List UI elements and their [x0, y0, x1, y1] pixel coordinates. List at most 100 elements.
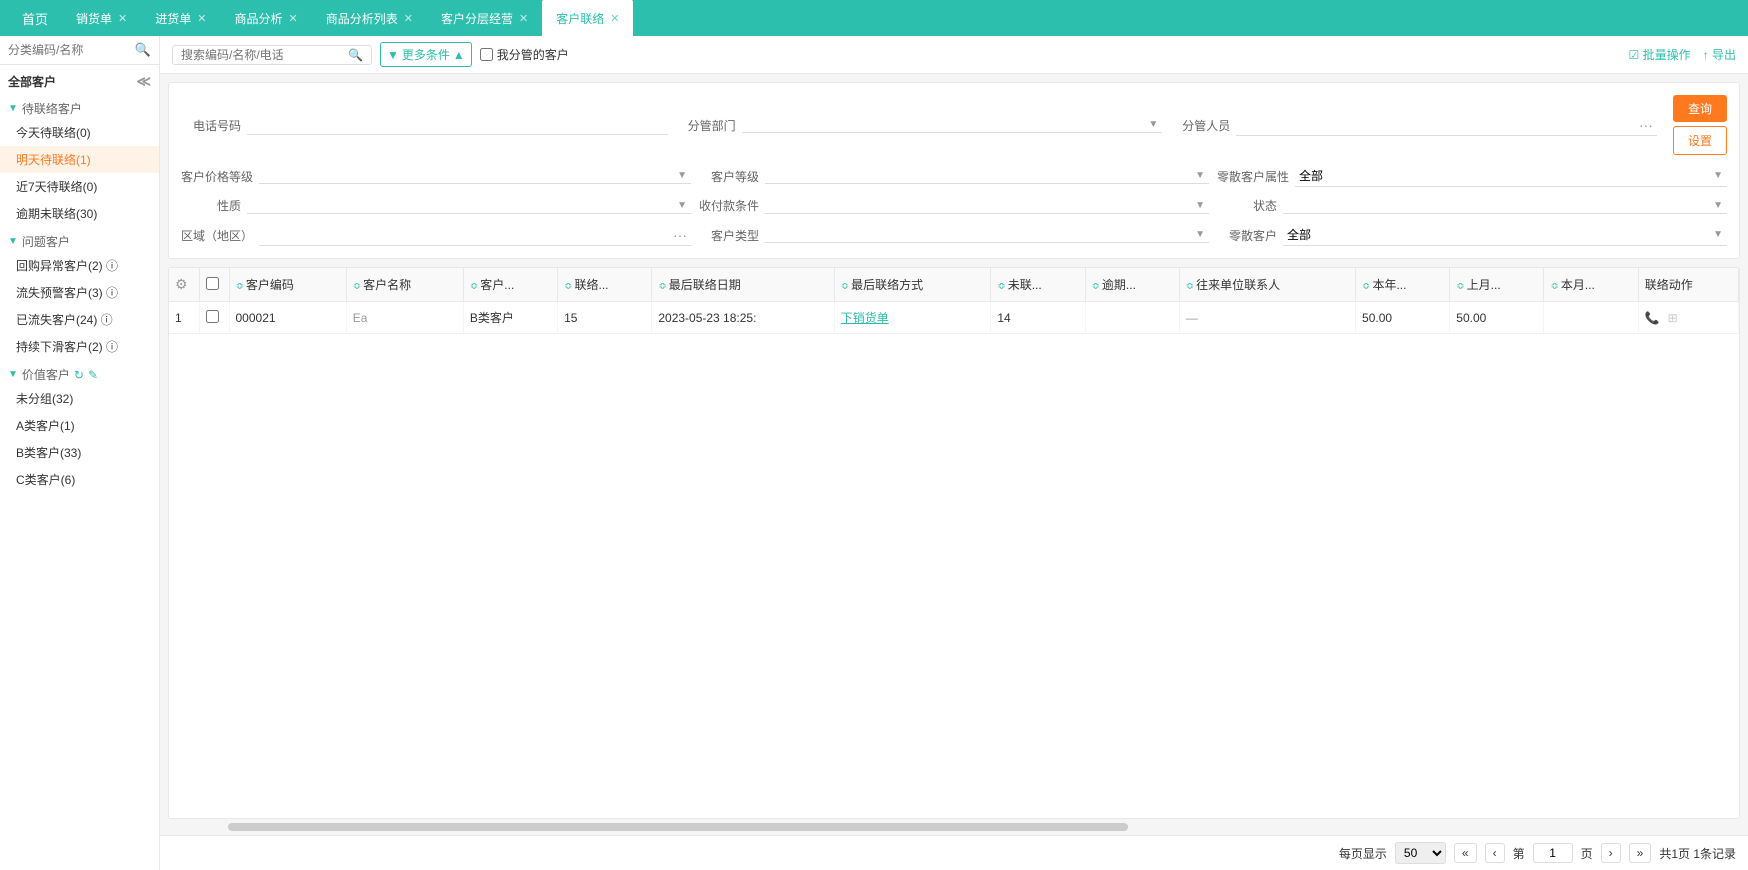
nav-product-analysis[interactable]: 商品分析 ✕: [220, 0, 311, 36]
grid-action-icon[interactable]: ⊞: [1668, 311, 1678, 325]
nav-product-analysis-close[interactable]: ✕: [289, 12, 298, 25]
filter-scatter-customer-select[interactable]: 全部 ▼: [1283, 224, 1727, 246]
sidebar-search-input[interactable]: [8, 43, 131, 57]
table-area: ⚙ ≎客户编码 ≎客户名称 ≎客户... ≎联络... ≎最后联络日期 ≎最后联…: [168, 267, 1740, 819]
col-type: ≎客户...: [463, 268, 557, 302]
filter-nature-select[interactable]: ▼: [247, 198, 691, 214]
filter-dept-label: 分管部门: [676, 117, 736, 134]
sort-last-month-icon[interactable]: ≎: [1456, 281, 1464, 292]
page-input[interactable]: [1533, 843, 1573, 863]
advanced-filter-panel: 电话号码 分管部门 ▼ 分管人员 ··· 查询: [168, 82, 1740, 259]
filter-payment-select[interactable]: ▼: [765, 198, 1209, 214]
nav-purchase[interactable]: 进货单 ✕: [141, 0, 220, 36]
my-customers-checkbox-label[interactable]: 我分管的客户: [480, 46, 569, 63]
filter-toolbar: 🔍 ▼ 更多条件 ▲ 我分管的客户 ☑ 批量操作 ↑ 导出: [160, 36, 1748, 74]
sort-code-icon[interactable]: ≎: [236, 281, 244, 292]
nav-customer-tier-close[interactable]: ✕: [519, 12, 528, 25]
sidebar-section-pending: ▼ 待联络客户: [0, 94, 159, 119]
sidebar-item-churn-warning[interactable]: 流失预警客户(3) ⓘ: [0, 279, 159, 306]
cell-last-date: 2023-05-23 18:25:: [652, 302, 834, 334]
sidebar-item-b-class[interactable]: B类客户(33): [0, 439, 159, 466]
phone-action-icon[interactable]: 📞: [1645, 311, 1660, 325]
search-icon[interactable]: 🔍: [348, 48, 363, 62]
sidebar-item-churned[interactable]: 已流失客户(24) ⓘ: [0, 306, 159, 333]
nav-customer-tier[interactable]: 客户分层经营 ✕: [427, 0, 542, 36]
filter-scatter-customer: 零散客户 全部 ▼: [1217, 224, 1727, 246]
sidebar-item-declining[interactable]: 持续下滑客户(2) ⓘ: [0, 333, 159, 360]
sort-this-month-icon[interactable]: ≎: [1550, 281, 1558, 292]
nav-sales[interactable]: 销货单 ✕: [62, 0, 141, 36]
sort-contact-count-icon[interactable]: ≎: [564, 281, 572, 292]
nav-product-analysis-list-close[interactable]: ✕: [404, 12, 413, 25]
sidebar-item-ungrouped[interactable]: 未分组(32): [0, 385, 159, 412]
filter-price-level-select[interactable]: ▼: [259, 168, 691, 184]
value-edit-icon[interactable]: ✎: [88, 368, 98, 382]
my-customers-checkbox[interactable]: [480, 48, 493, 61]
search-input[interactable]: [181, 48, 344, 62]
sort-overdue-icon[interactable]: ≎: [1092, 281, 1100, 292]
section-arrow-pending: ▼: [8, 103, 18, 114]
cell-last-type[interactable]: 下销货单: [834, 302, 991, 334]
sidebar-item-today-contact[interactable]: 今天待联络(0): [0, 119, 159, 146]
per-page-select[interactable]: 50 100 200: [1395, 842, 1446, 864]
nav-product-analysis-list[interactable]: 商品分析列表 ✕: [312, 0, 427, 36]
filter-customer-type-select[interactable]: ▼: [765, 227, 1209, 243]
sort-this-year-icon[interactable]: ≎: [1362, 281, 1370, 292]
customer-level-chevron-icon: ▼: [1195, 170, 1205, 181]
bulk-action-btn[interactable]: ☑ 批量操作: [1629, 46, 1691, 63]
sort-name-icon[interactable]: ≎: [353, 281, 361, 292]
row-checkbox[interactable]: [206, 310, 219, 323]
query-button[interactable]: 查询: [1673, 95, 1727, 122]
next-page-btn[interactable]: ›: [1601, 843, 1621, 863]
sort-contact-person-icon[interactable]: ≎: [1186, 281, 1194, 292]
nav-customer-contact-close[interactable]: ✕: [610, 12, 619, 25]
setting-button[interactable]: 设置: [1673, 126, 1727, 155]
sidebar-item-a-class[interactable]: A类客户(1): [0, 412, 159, 439]
filter-scatter-attr-select[interactable]: 全部 ▼: [1295, 165, 1727, 187]
customer-table: ⚙ ≎客户编码 ≎客户名称 ≎客户... ≎联络... ≎最后联络日期 ≎最后联…: [169, 268, 1739, 334]
cell-index: 1: [169, 302, 199, 334]
horizontal-scrollbar[interactable]: [168, 823, 1740, 831]
nav-sales-close[interactable]: ✕: [118, 12, 127, 25]
top-nav: 首页 销货单 ✕ 进货单 ✕ 商品分析 ✕ 商品分析列表 ✕ 客户分层经营 ✕ …: [0, 0, 1748, 36]
value-refresh-icon[interactable]: ↻: [74, 368, 84, 382]
filter-scatter-customer-label: 零散客户: [1217, 227, 1277, 244]
sidebar-item-overdue-contact[interactable]: 逾期未联络(30): [0, 200, 159, 227]
filter-manager-dots[interactable]: ···: [1639, 117, 1653, 133]
cell-contact-count: 15: [558, 302, 652, 334]
first-page-btn[interactable]: «: [1454, 843, 1477, 863]
sidebar-item-7day-contact[interactable]: 近7天待联络(0): [0, 173, 159, 200]
filter-status: 状态 ▼: [1217, 197, 1727, 214]
sort-type-icon[interactable]: ≎: [470, 281, 478, 292]
gear-icon[interactable]: ⚙: [175, 276, 188, 292]
sidebar-item-tomorrow-contact[interactable]: 明天待联络(1): [0, 146, 159, 173]
price-level-chevron-icon: ▼: [677, 170, 687, 181]
filter-customer-level-select[interactable]: ▼: [765, 168, 1209, 184]
sort-no-contact-icon[interactable]: ≎: [997, 281, 1005, 292]
nav-home[interactable]: 首页: [8, 0, 62, 36]
col-this-month: ≎本月...: [1544, 268, 1638, 302]
last-page-btn[interactable]: »: [1629, 843, 1652, 863]
col-last-month: ≎上月...: [1450, 268, 1544, 302]
sort-last-type-icon[interactable]: ≎: [841, 281, 849, 292]
select-all-checkbox[interactable]: [206, 277, 219, 290]
filter-icon: ▼: [387, 48, 399, 62]
total-records-label: 共1页 1条记录: [1659, 845, 1736, 862]
sidebar-item-repurchase-abnormal[interactable]: 回购异常客户(2) ⓘ: [0, 252, 159, 279]
col-contact-count: ≎联络...: [558, 268, 652, 302]
more-filter-btn[interactable]: ▼ 更多条件 ▲: [380, 42, 472, 67]
nav-customer-contact[interactable]: 客户联络 ✕: [542, 0, 633, 36]
sidebar-collapse-btn[interactable]: ≪: [136, 73, 151, 90]
filter-status-select[interactable]: ▼: [1283, 198, 1727, 214]
prev-page-btn[interactable]: ‹: [1485, 843, 1505, 863]
sort-last-date-icon[interactable]: ≎: [658, 281, 666, 292]
sidebar-search-icon[interactable]: 🔍: [135, 42, 151, 58]
nav-purchase-close[interactable]: ✕: [197, 12, 206, 25]
filter-phone-input[interactable]: [247, 116, 668, 135]
sidebar-item-c-class[interactable]: C类客户(6): [0, 466, 159, 493]
my-customers-label: 我分管的客户: [497, 46, 569, 63]
filter-region-dots[interactable]: ···: [673, 227, 687, 243]
filter-dept-select[interactable]: ▼: [742, 117, 1163, 133]
payment-chevron-icon: ▼: [1195, 200, 1205, 211]
export-btn[interactable]: ↑ 导出: [1703, 46, 1736, 63]
